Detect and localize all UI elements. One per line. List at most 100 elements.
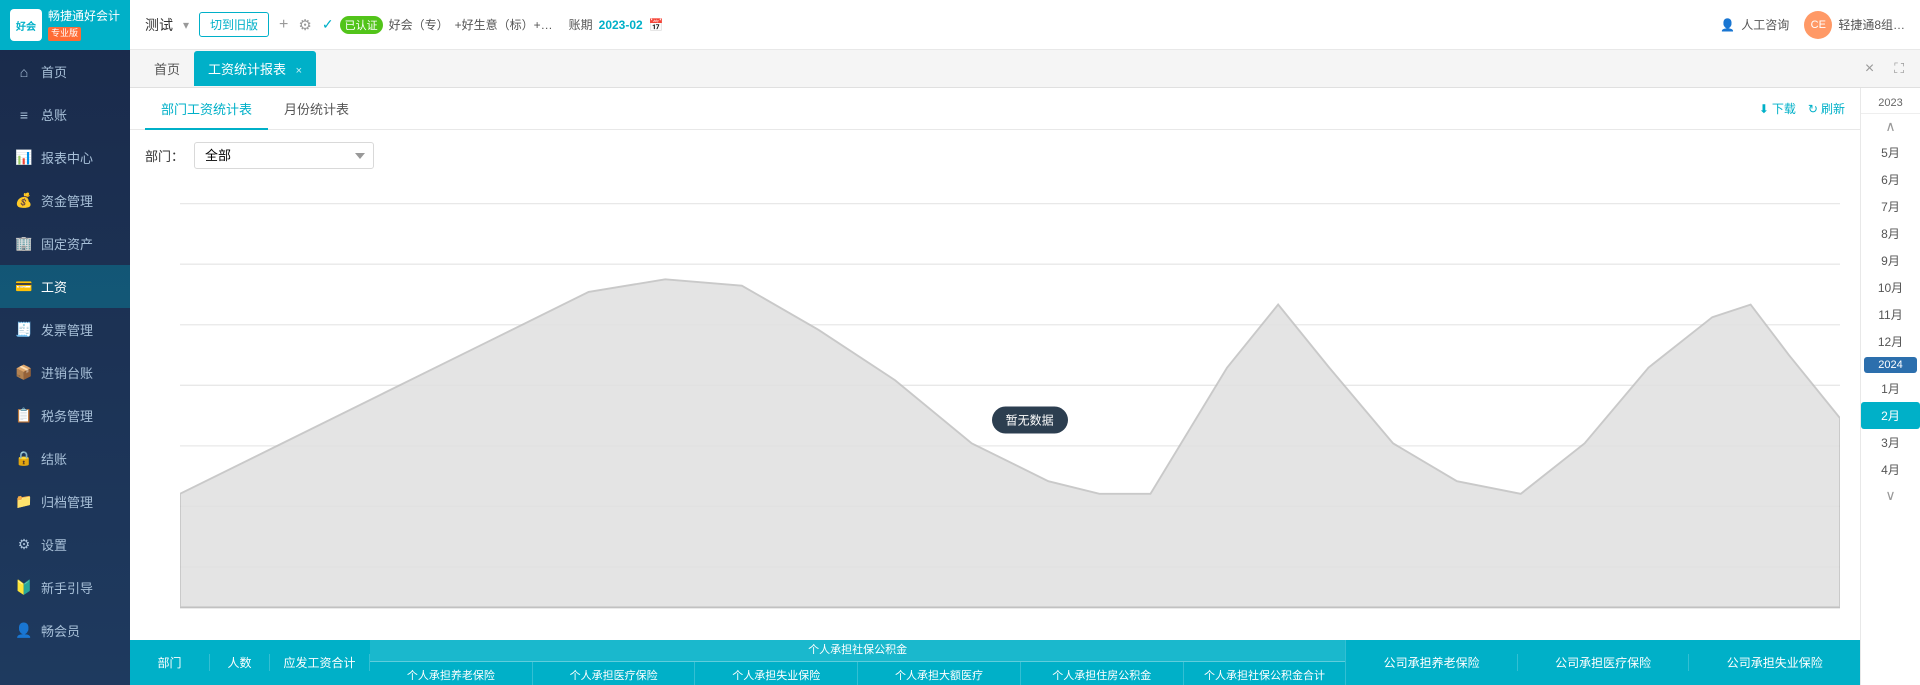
content-area: 部门工资统计表 月份统计表 ⬇ 下载 ↻ 刷新 xyxy=(130,88,1860,685)
archive-icon: 📁 xyxy=(15,493,33,510)
right-panel: 2023 ∧ 5月 6月 7月 8月 9月 10月 11月 12月 2024 1… xyxy=(1860,88,1920,685)
user-avatar: CE xyxy=(1804,11,1832,39)
switch-old-version-button[interactable]: 切到旧版 xyxy=(199,12,269,37)
month-feb-2024[interactable]: 2月 xyxy=(1861,402,1920,429)
logo-text: 畅捷通好会计 专业版 xyxy=(48,9,120,40)
add-icon[interactable]: + xyxy=(279,16,288,34)
tax-icon: 📋 xyxy=(15,407,33,424)
chart-area: 350 300 250 200 150 100 50 0 暂无数据 xyxy=(130,181,1860,640)
col-housing-fund: 个人承担住房公积金 xyxy=(1021,662,1184,685)
tab-close-icon[interactable]: × xyxy=(296,65,302,77)
tab-salary-report[interactable]: 工资统计报表 × xyxy=(194,51,316,86)
col-dept: 部门 xyxy=(130,654,210,671)
scroll-up-arrow[interactable]: ∧ xyxy=(1881,114,1899,139)
sidebar-item-settings[interactable]: ⚙ 设置 xyxy=(0,523,130,566)
filter-row: 部门： 全部 研发部 销售部 财务部 行政部 xyxy=(130,130,1860,181)
col-major-medical: 个人承担大额医疗 xyxy=(858,662,1021,685)
sidebar-item-tax[interactable]: 📋 税务管理 xyxy=(0,394,130,437)
status-business: +好生意（标）+… xyxy=(455,16,553,33)
refresh-icon: ↻ xyxy=(1808,102,1818,116)
certified-badge: 已认证 xyxy=(340,16,383,34)
sidebar-item-ledger[interactable]: ≡ 总账 xyxy=(0,93,130,136)
download-icon: ⬇ xyxy=(1759,102,1769,116)
sales-icon: 📦 xyxy=(15,364,33,381)
month-mar-2024[interactable]: 3月 xyxy=(1861,429,1920,456)
month-sep[interactable]: 9月 xyxy=(1861,247,1920,274)
month-jul[interactable]: 7月 xyxy=(1861,193,1920,220)
subtabs: 部门工资统计表 月份统计表 ⬇ 下载 ↻ 刷新 xyxy=(130,88,1860,130)
app-logo: 好会 畅捷通好会计 专业版 xyxy=(0,0,130,50)
period-label: 账期 xyxy=(569,16,593,33)
year-label-2024: 2024 xyxy=(1864,357,1917,373)
status-good: 好会（专） xyxy=(389,16,449,33)
ledger-icon: ≡ xyxy=(15,107,33,123)
sidebar-item-sales[interactable]: 📦 进销台账 xyxy=(0,351,130,394)
assets-icon: 🏢 xyxy=(15,235,33,252)
topbar-right: 👤 人工咨询 CE 轻捷通8组… xyxy=(1720,11,1905,39)
month-dec[interactable]: 12月 xyxy=(1861,328,1920,355)
user-service[interactable]: 👤 人工咨询 xyxy=(1720,16,1789,33)
sidebar-item-reports[interactable]: 📊 报表中心 xyxy=(0,136,130,179)
group-label: 个人承担社保公积金 xyxy=(370,640,1345,662)
month-aug[interactable]: 8月 xyxy=(1861,220,1920,247)
maximize-window-icon[interactable]: ⛶ xyxy=(1888,58,1910,80)
sidebar: 好会 畅捷通好会计 专业版 ⌂ 首页 ≡ 总账 📊 报表中心 💰 资金管理 🏢 … xyxy=(0,0,130,685)
salary-icon: 💳 xyxy=(15,278,33,295)
user-profile[interactable]: CE 轻捷通8组… xyxy=(1804,11,1905,39)
refresh-button[interactable]: ↻ 刷新 xyxy=(1808,100,1845,117)
dept-filter-label: 部门： xyxy=(145,146,184,165)
close-window-icon[interactable]: × xyxy=(1859,58,1880,80)
month-nov[interactable]: 11月 xyxy=(1861,301,1920,328)
month-jan-2024[interactable]: 1月 xyxy=(1861,375,1920,402)
guide-icon: 🔰 xyxy=(15,579,33,596)
sidebar-item-funds[interactable]: 💰 资金管理 xyxy=(0,179,130,222)
sidebar-item-archive[interactable]: 📁 归档管理 xyxy=(0,480,130,523)
subtab-dept[interactable]: 部门工资统计表 xyxy=(145,89,268,130)
logo-icon: 好会 xyxy=(10,9,42,41)
col-medical: 个人承担医疗保险 xyxy=(533,662,696,685)
group-sub-cols: 个人承担养老保险 个人承担医疗保险 个人承担失业保险 个人承担大额医疗 个人承担… xyxy=(370,662,1345,685)
settings-icon[interactable]: ⚙ xyxy=(298,16,311,34)
closing-icon: 🔒 xyxy=(15,450,33,467)
funds-icon: 💰 xyxy=(15,192,33,209)
content-wrapper: 部门工资统计表 月份统计表 ⬇ 下载 ↻ 刷新 xyxy=(130,88,1920,685)
sidebar-item-home[interactable]: ⌂ 首页 xyxy=(0,50,130,93)
col-pension: 个人承担养老保险 xyxy=(370,662,533,685)
subtab-monthly[interactable]: 月份统计表 xyxy=(268,89,365,130)
sidebar-item-salary[interactable]: 💳 工资 xyxy=(0,265,130,308)
sidebar-nav: ⌂ 首页 ≡ 总账 📊 报表中心 💰 资金管理 🏢 固定资产 💳 工资 🧾 发票… xyxy=(0,50,130,685)
col-total-salary: 应发工资合计 xyxy=(270,654,370,671)
month-oct[interactable]: 10月 xyxy=(1861,274,1920,301)
download-button[interactable]: ⬇ 下载 xyxy=(1759,100,1796,117)
month-apr-2024[interactable]: 4月 xyxy=(1861,456,1920,483)
sidebar-item-assets[interactable]: 🏢 固定资产 xyxy=(0,222,130,265)
topbar-status: ✓ 已认证 好会（专） +好生意（标）+… 账期 2023-02 📅 xyxy=(322,16,664,34)
topbar-dropdown-arrow[interactable]: ▾ xyxy=(183,18,189,32)
subtabs-actions: ⬇ 下载 ↻ 刷新 xyxy=(1759,100,1845,117)
period-value: 2023-02 xyxy=(599,18,643,32)
dept-filter-select[interactable]: 全部 研发部 销售部 财务部 行政部 xyxy=(194,142,374,169)
group-individual-insurance: 个人承担社保公积金 个人承担养老保险 个人承担医疗保险 个人承担失业保险 个人承… xyxy=(370,640,1346,685)
sidebar-item-closing[interactable]: 🔒 结账 xyxy=(0,437,130,480)
sidebar-item-guide[interactable]: 🔰 新手引导 xyxy=(0,566,130,609)
home-icon: ⌂ xyxy=(15,64,33,80)
reports-icon: 📊 xyxy=(15,149,33,166)
col-unemployment: 个人承担失业保险 xyxy=(695,662,858,685)
member-icon: 👤 xyxy=(15,622,33,639)
sidebar-item-invoice[interactable]: 🧾 发票管理 xyxy=(0,308,130,351)
table-footer: 部门 人数 应发工资合计 个人承担社保公积金 个人承担养老保险 个人承担医疗保险… xyxy=(130,640,1860,685)
col-headcount: 人数 xyxy=(210,654,270,671)
calendar-icon[interactable]: 📅 xyxy=(649,18,664,32)
invoice-icon: 🧾 xyxy=(15,321,33,338)
col-company-medical: 公司承担医疗保险 xyxy=(1518,654,1690,671)
sidebar-item-member[interactable]: 👤 畅会员 xyxy=(0,609,130,652)
main-panel: 部门工资统计表 月份统计表 ⬇ 下载 ↻ 刷新 xyxy=(130,88,1860,685)
topbar: 测试 ▾ 切到旧版 + ⚙ ✓ 已认证 好会（专） +好生意（标）+… 账期 2… xyxy=(130,0,1920,50)
col-individual-total: 个人承担社保公积金合计 xyxy=(1184,662,1346,685)
service-icon: 👤 xyxy=(1720,18,1735,32)
scroll-down-arrow[interactable]: ∨ xyxy=(1881,483,1899,508)
topbar-title: 测试 xyxy=(145,15,173,35)
month-jun[interactable]: 6月 xyxy=(1861,166,1920,193)
month-may[interactable]: 5月 xyxy=(1861,139,1920,166)
tab-home[interactable]: 首页 xyxy=(140,51,194,86)
